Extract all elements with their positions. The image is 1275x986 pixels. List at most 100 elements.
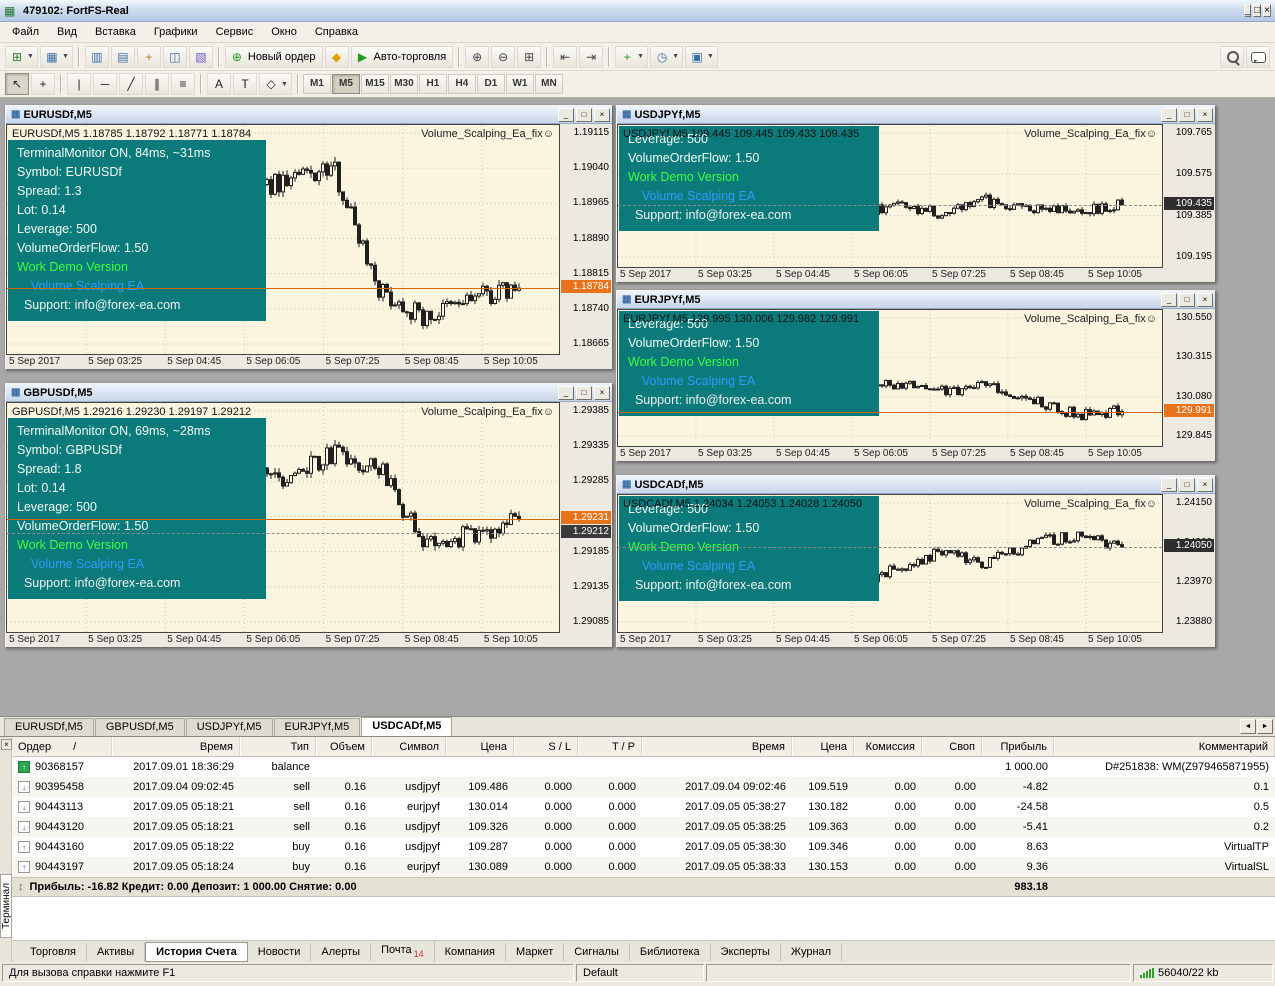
arrange-right-button[interactable]: ⇥ xyxy=(579,45,604,68)
chart-restore-button[interactable]: □ xyxy=(576,107,592,122)
timeframe-d1-button[interactable]: D1 xyxy=(476,74,505,94)
chart-tab-usdjpyf[interactable]: USDJPYf,M5 xyxy=(185,718,273,736)
terminal-tab-журнал[interactable]: Журнал xyxy=(781,942,843,961)
maximize-button[interactable]: □ xyxy=(1253,3,1262,17)
menu-1[interactable]: Файл xyxy=(3,23,48,41)
terminal-tab-новости[interactable]: Новости xyxy=(248,942,312,961)
chart-window-eurusd[interactable]: ▦ EURUSDf,M5 _ □ × TerminalMonitor ON, 84ms, … xyxy=(5,105,613,370)
timeframe-h1-button[interactable]: H1 xyxy=(418,74,447,94)
chart-close-button[interactable]: × xyxy=(1197,292,1213,307)
menu-6[interactable]: Окно xyxy=(262,23,306,41)
chart-window-gbpusd[interactable]: ▦ GBPUSDf,M5 _ □ × TerminalMonitor ON, 69ms, … xyxy=(5,383,613,648)
timeframe-mn-button[interactable]: MN xyxy=(534,74,563,94)
chart-window-usdcad[interactable]: ▦ USDCADf,M5 _ □ × Leverage: 500 VolumeOrderFl… xyxy=(616,475,1216,648)
zoom-in-button[interactable]: ⊕ xyxy=(465,45,490,68)
terminal-tab-маркет[interactable]: Маркет xyxy=(506,942,565,961)
menu-2[interactable]: Вид xyxy=(48,23,86,41)
autotrading-button[interactable]: ▶ Авто-торговля xyxy=(350,45,454,68)
profiles-button[interactable]: ▦ ▼ xyxy=(39,45,73,68)
chart-plot-area[interactable]: TerminalMonitor ON, 69ms, ~28ms Symbol: G… xyxy=(6,402,560,633)
title-bar[interactable]: ▦ 479102: FortFS-Real _ □ × xyxy=(0,0,1275,22)
chart-close-button[interactable]: × xyxy=(1197,477,1213,492)
timeframe-m30-button[interactable]: M30 xyxy=(389,74,418,94)
timeframe-m1-button[interactable]: M1 xyxy=(302,74,331,94)
vertical-line-tool[interactable]: | xyxy=(67,73,91,95)
terminal-tab-эксперты[interactable]: Эксперты xyxy=(711,942,781,961)
timeframe-w1-button[interactable]: W1 xyxy=(505,74,534,94)
column-header-order[interactable]: Ордер / xyxy=(12,737,112,756)
column-header-close_time[interactable]: Время xyxy=(642,737,792,756)
menu-5[interactable]: Сервис xyxy=(207,23,263,41)
chart-tab-eurusdf[interactable]: EURUSDf,M5 xyxy=(4,718,94,736)
table-row[interactable]: ↑ 90443160 2017.09.05 05:18:22 buy 0.16 usdjp… xyxy=(12,837,1275,857)
terminal-tab-почта[interactable]: Почта 14 xyxy=(371,941,435,962)
chart-window-titlebar[interactable]: ▦ EURJPYf,M5 _ □ × xyxy=(617,291,1215,309)
search-button[interactable] xyxy=(1220,45,1244,68)
chart-close-button[interactable]: × xyxy=(594,385,610,400)
terminal-tab-компания[interactable]: Компания xyxy=(435,942,506,961)
timeframe-m5-button[interactable]: M5 xyxy=(331,74,360,94)
chart-window-titlebar[interactable]: ▦ USDCADf,M5 _ □ × xyxy=(617,476,1215,494)
column-header-volume[interactable]: Объем xyxy=(316,737,372,756)
navigator-button[interactable]: + xyxy=(136,45,161,68)
minimize-button[interactable]: _ xyxy=(1243,3,1252,17)
templates-button[interactable]: ▣ ▼ xyxy=(685,45,718,68)
terminal-tab-активы[interactable]: Активы xyxy=(87,942,146,961)
chart-restore-button[interactable]: □ xyxy=(1179,477,1195,492)
terminal-close-button[interactable]: × xyxy=(1,739,12,750)
chart-restore-button[interactable]: □ xyxy=(576,385,592,400)
column-header-sl[interactable]: S / L xyxy=(514,737,578,756)
tab-scroll-left-button[interactable]: ◄ xyxy=(1240,719,1256,734)
chart-window-titlebar[interactable]: ▦ USDJPYf,M5 _ □ × xyxy=(617,106,1215,124)
new-order-button[interactable]: ⊕ Новый ордер xyxy=(224,45,323,68)
menu-4[interactable]: Графики xyxy=(145,23,207,41)
chart-plot-area[interactable]: Leverage: 500 VolumeOrderFlow: 1.50 Work D… xyxy=(617,494,1163,633)
column-header-swap[interactable]: Своп xyxy=(922,737,982,756)
column-header-price[interactable]: Цена xyxy=(446,737,514,756)
strategy-tester-button[interactable]: ▧ xyxy=(188,45,213,68)
chart-window-titlebar[interactable]: ▦ EURUSDf,M5 _ □ × xyxy=(6,106,612,124)
arrows-tool[interactable]: ◇ ▼ xyxy=(259,73,292,95)
chart-restore-button[interactable]: □ xyxy=(1179,107,1195,122)
tab-scroll-right-button[interactable]: ► xyxy=(1257,719,1273,734)
menu-3[interactable]: Вставка xyxy=(86,23,145,41)
chart-minimize-button[interactable]: _ xyxy=(558,385,574,400)
chart-minimize-button[interactable]: _ xyxy=(1161,292,1177,307)
terminal-tab-библиотека[interactable]: Библиотека xyxy=(630,942,711,961)
channel-tool[interactable]: ∥ xyxy=(145,73,169,95)
terminal-tab-сигналы[interactable]: Сигналы xyxy=(564,942,630,961)
arrange-left-button[interactable]: ⇤ xyxy=(553,45,578,68)
crosshair-tool[interactable]: + xyxy=(31,73,55,95)
chart-minimize-button[interactable]: _ xyxy=(1161,107,1177,122)
column-header-type[interactable]: Тип xyxy=(240,737,316,756)
chart-close-button[interactable]: × xyxy=(1197,107,1213,122)
chart-minimize-button[interactable]: _ xyxy=(558,107,574,122)
terminal-side-tab[interactable]: Терминал xyxy=(0,874,12,938)
column-header-symbol[interactable]: Символ xyxy=(372,737,446,756)
chart-plot-area[interactable]: TerminalMonitor ON, 84ms, ~31ms Symbol: E… xyxy=(6,124,560,355)
zoom-out-button[interactable]: ⊖ xyxy=(491,45,516,68)
horizontal-line-tool[interactable]: ─ xyxy=(93,73,117,95)
text-tool[interactable]: A xyxy=(207,73,231,95)
chart-tab-gbpusdf[interactable]: GBPUSDf,M5 xyxy=(94,718,185,736)
close-button[interactable]: × xyxy=(1263,3,1271,17)
timeframe-m15-button[interactable]: M15 xyxy=(360,74,389,94)
metaeditor-button[interactable]: ◆ xyxy=(324,45,349,68)
column-header-commission[interactable]: Комиссия xyxy=(854,737,922,756)
terminal-button[interactable]: ◫ xyxy=(162,45,187,68)
column-header-time[interactable]: Время xyxy=(112,737,240,756)
table-row[interactable]: ↑ 90443197 2017.09.05 05:18:24 buy 0.16 eurjp… xyxy=(12,857,1275,877)
timeframe-h4-button[interactable]: H4 xyxy=(447,74,476,94)
terminal-tab-история-счета[interactable]: История Счета xyxy=(145,941,248,962)
terminal-tab-алерты[interactable]: Алерты xyxy=(311,942,372,961)
data-window-button[interactable]: ▤ xyxy=(110,45,135,68)
label-tool[interactable]: T xyxy=(233,73,257,95)
trendline-tool[interactable]: ╱ xyxy=(119,73,143,95)
column-header-comment[interactable]: Комментарий xyxy=(1054,737,1275,756)
chart-tab-usdcadf[interactable]: USDCADf,M5 xyxy=(361,717,453,736)
status-profile[interactable]: Default xyxy=(576,964,704,982)
periods-button[interactable]: ◷ ▼ xyxy=(650,45,684,68)
table-row[interactable]: ↓ 90395458 2017.09.04 09:02:45 sell 0.16 usdj… xyxy=(12,777,1275,797)
chart-close-button[interactable]: × xyxy=(594,107,610,122)
chat-button[interactable] xyxy=(1246,45,1270,68)
